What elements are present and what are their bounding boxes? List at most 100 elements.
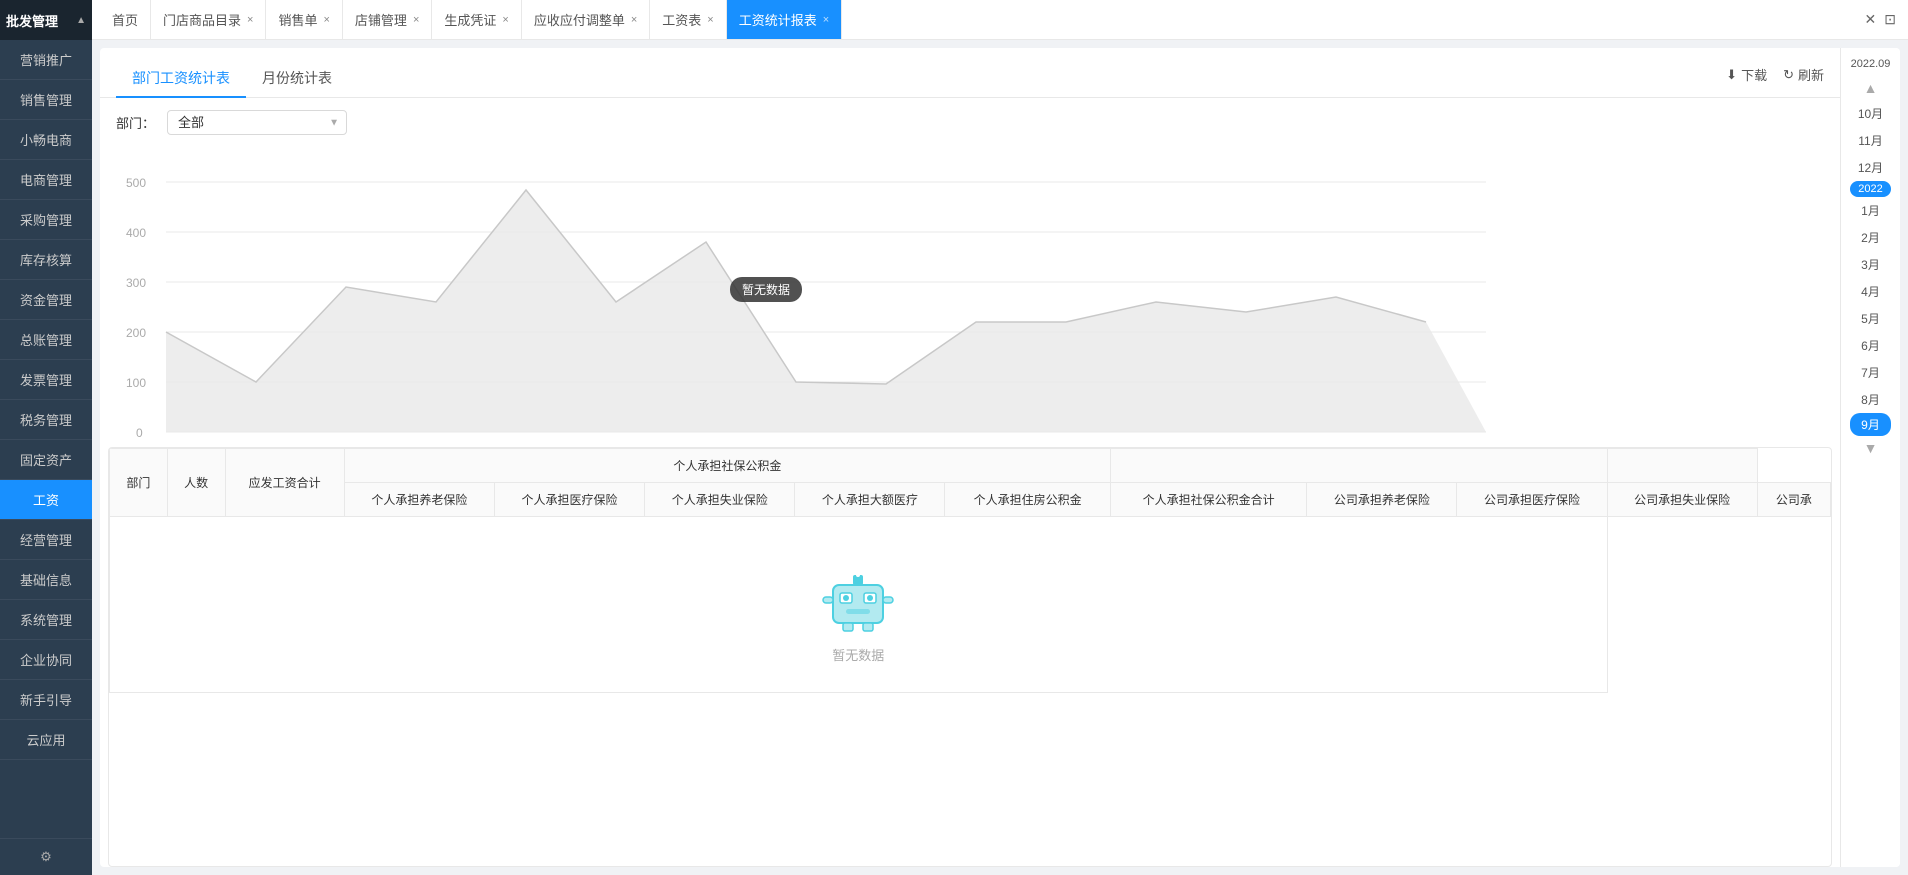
- tab-close-icon[interactable]: ×: [823, 14, 829, 26]
- month-label-8月[interactable]: 8月: [1850, 386, 1890, 413]
- sidebar-item-经营管理[interactable]: 经营管理: [0, 520, 92, 560]
- department-label: 部门：: [116, 113, 155, 132]
- tab-bar: 首页门店商品目录×销售单×店铺管理×生成凭证×应收应付调整单×工资表×工资统计报…: [92, 0, 1908, 40]
- month-label-7月[interactable]: 7月: [1850, 359, 1890, 386]
- th-company-medical: 公司承担医疗保险: [1457, 483, 1607, 517]
- year-label-2022[interactable]: 2022: [1850, 181, 1890, 197]
- download-icon: ⬇: [1726, 67, 1737, 83]
- download-button[interactable]: ⬇ 下载: [1726, 65, 1767, 84]
- tab-close-icon[interactable]: ×: [631, 14, 637, 26]
- svg-text:400: 400: [126, 226, 146, 240]
- no-data-cell: 暂无数据: [110, 517, 1608, 693]
- window-restore-icon[interactable]: ⊡: [1884, 11, 1896, 28]
- sidebar-item-企业协同[interactable]: 企业协同: [0, 640, 92, 680]
- th-extra: [1607, 449, 1757, 483]
- main-area: 首页门店商品目录×销售单×店铺管理×生成凭证×应收应付调整单×工资表×工资统计报…: [92, 0, 1908, 875]
- table-header-row-1: 部门 人数 应发工资合计 个人承担社保公积金: [110, 449, 1831, 483]
- month-label-1月[interactable]: 1月: [1850, 197, 1890, 224]
- chart-area: 0 100 200 300 400 500: [100, 147, 1840, 447]
- month-label-9月[interactable]: 9月: [1850, 413, 1890, 436]
- tab-首页[interactable]: 首页: [100, 0, 151, 40]
- sidebar-item-营销推广[interactable]: 营销推广: [0, 40, 92, 80]
- sidebar-item-库存核算[interactable]: 库存核算: [0, 240, 92, 280]
- th-personal-unemployment: 个人承担失业保险: [645, 483, 795, 517]
- page-content: 部门工资统计表 月份统计表 ⬇ 下载 ↻ 刷新 部门：: [100, 48, 1840, 867]
- tab-门店商品目录[interactable]: 门店商品目录×: [151, 0, 266, 40]
- no-data-text: 暂无数据: [832, 645, 884, 664]
- sidebar-item-发票管理[interactable]: 发票管理: [0, 360, 92, 400]
- sidebar-item-系统管理[interactable]: 系统管理: [0, 600, 92, 640]
- tab-工资表[interactable]: 工资表×: [650, 0, 726, 40]
- tab-bar-end: ✕ ⊡: [1865, 11, 1900, 28]
- nav-up-arrow[interactable]: ▲: [1860, 76, 1882, 100]
- svg-text:200: 200: [126, 326, 146, 340]
- sidebar-item-采购管理[interactable]: 采购管理: [0, 200, 92, 240]
- sidebar-collapse-icon[interactable]: ▲: [76, 15, 86, 26]
- settings-button[interactable]: ⚙: [0, 838, 92, 875]
- th-department: 部门: [110, 449, 168, 517]
- table-header-row-2: 个人承担养老保险 个人承担医疗保险 个人承担失业保险 个人承担大额医疗 个人承担…: [110, 483, 1831, 517]
- th-personal-social: 个人承担社保公积金: [344, 449, 1110, 483]
- refresh-button[interactable]: ↻ 刷新: [1783, 65, 1824, 84]
- data-table: 部门 人数 应发工资合计 个人承担社保公积金 个人承担养老保险 个人承担医疗保险…: [109, 448, 1831, 693]
- tab-close-icon[interactable]: ×: [323, 14, 329, 26]
- window-close-icon[interactable]: ✕: [1865, 11, 1877, 28]
- month-label-6月[interactable]: 6月: [1850, 332, 1890, 359]
- month-label-3月[interactable]: 3月: [1850, 251, 1890, 278]
- tab-close-icon[interactable]: ×: [707, 14, 713, 26]
- th-personal-total: 个人承担社保公积金合计: [1110, 483, 1306, 517]
- sub-tab-actions: ⬇ 下载 ↻ 刷新: [1726, 65, 1824, 92]
- th-personal-medical: 个人承担医疗保险: [494, 483, 644, 517]
- sidebar-item-税务管理[interactable]: 税务管理: [0, 400, 92, 440]
- department-select[interactable]: 全部: [167, 110, 347, 135]
- month-label-12月[interactable]: 12月: [1850, 154, 1890, 181]
- data-table-container[interactable]: 部门 人数 应发工资合计 个人承担社保公积金 个人承担养老保险 个人承担医疗保险…: [108, 447, 1832, 867]
- th-company-more: 公司承: [1757, 483, 1830, 517]
- sub-tabs: 部门工资统计表 月份统计表 ⬇ 下载 ↻ 刷新: [100, 48, 1840, 98]
- current-date-display[interactable]: 2022.09: [1847, 52, 1895, 76]
- refresh-icon: ↻: [1783, 67, 1794, 83]
- th-gross-salary: 应发工资合计: [225, 449, 344, 517]
- tab-销售单[interactable]: 销售单×: [266, 0, 342, 40]
- month-label-10月[interactable]: 10月: [1850, 100, 1890, 127]
- sidebar-item-新手引导[interactable]: 新手引导: [0, 680, 92, 720]
- th-company-social: [1110, 449, 1607, 483]
- department-select-wrapper: 全部 ▼: [167, 110, 347, 135]
- sidebar-item-云应用[interactable]: 云应用: [0, 720, 92, 760]
- tab-工资统计报表[interactable]: 工资统计报表×: [727, 0, 842, 40]
- tab-close-icon[interactable]: ×: [247, 14, 253, 26]
- sidebar-title: 批发管理: [6, 11, 58, 30]
- svg-text:500: 500: [126, 176, 146, 190]
- tab-店铺管理[interactable]: 店铺管理×: [343, 0, 432, 40]
- month-label-4月[interactable]: 4月: [1850, 278, 1890, 305]
- sidebar-item-小畅电商[interactable]: 小畅电商: [0, 120, 92, 160]
- sidebar-item-电商管理[interactable]: 电商管理: [0, 160, 92, 200]
- tab-month-stats[interactable]: 月份统计表: [246, 60, 348, 98]
- sidebar-item-总账管理[interactable]: 总账管理: [0, 320, 92, 360]
- tab-close-icon[interactable]: ×: [413, 14, 419, 26]
- th-headcount: 人数: [167, 449, 225, 517]
- tab-close-icon[interactable]: ×: [502, 14, 508, 26]
- svg-text:0: 0: [136, 426, 143, 440]
- sidebar-item-固定资产[interactable]: 固定资产: [0, 440, 92, 480]
- th-personal-housing-fund: 个人承担住房公积金: [945, 483, 1111, 517]
- tab-department-stats[interactable]: 部门工资统计表: [116, 60, 246, 98]
- nav-down-arrow[interactable]: ▼: [1860, 436, 1882, 460]
- month-label-2月[interactable]: 2月: [1850, 224, 1890, 251]
- table-row: 暂无数据: [110, 517, 1831, 693]
- sidebar-item-资金管理[interactable]: 资金管理: [0, 280, 92, 320]
- sidebar-item-销售管理[interactable]: 销售管理: [0, 80, 92, 120]
- date-picker-panel: 2022.09 ▲ 10月11月12月20221月2月3月4月5月6月7月8月9…: [1840, 48, 1900, 867]
- gear-icon: ⚙: [40, 849, 52, 864]
- month-label-5月[interactable]: 5月: [1850, 305, 1890, 332]
- sidebar-item-工资[interactable]: 工资: [0, 480, 92, 520]
- filter-bar: 部门： 全部 ▼: [100, 98, 1840, 147]
- tab-生成凭证[interactable]: 生成凭证×: [432, 0, 521, 40]
- no-data-section: 暂无数据: [120, 525, 1597, 684]
- month-label-11月[interactable]: 11月: [1850, 127, 1890, 154]
- sidebar-item-基础信息[interactable]: 基础信息: [0, 560, 92, 600]
- th-company-pension: 公司承担养老保险: [1307, 483, 1457, 517]
- sidebar-header[interactable]: 批发管理 ▲: [0, 0, 92, 40]
- th-personal-pension: 个人承担养老保险: [344, 483, 494, 517]
- tab-应收应付调整单[interactable]: 应收应付调整单×: [522, 0, 650, 40]
